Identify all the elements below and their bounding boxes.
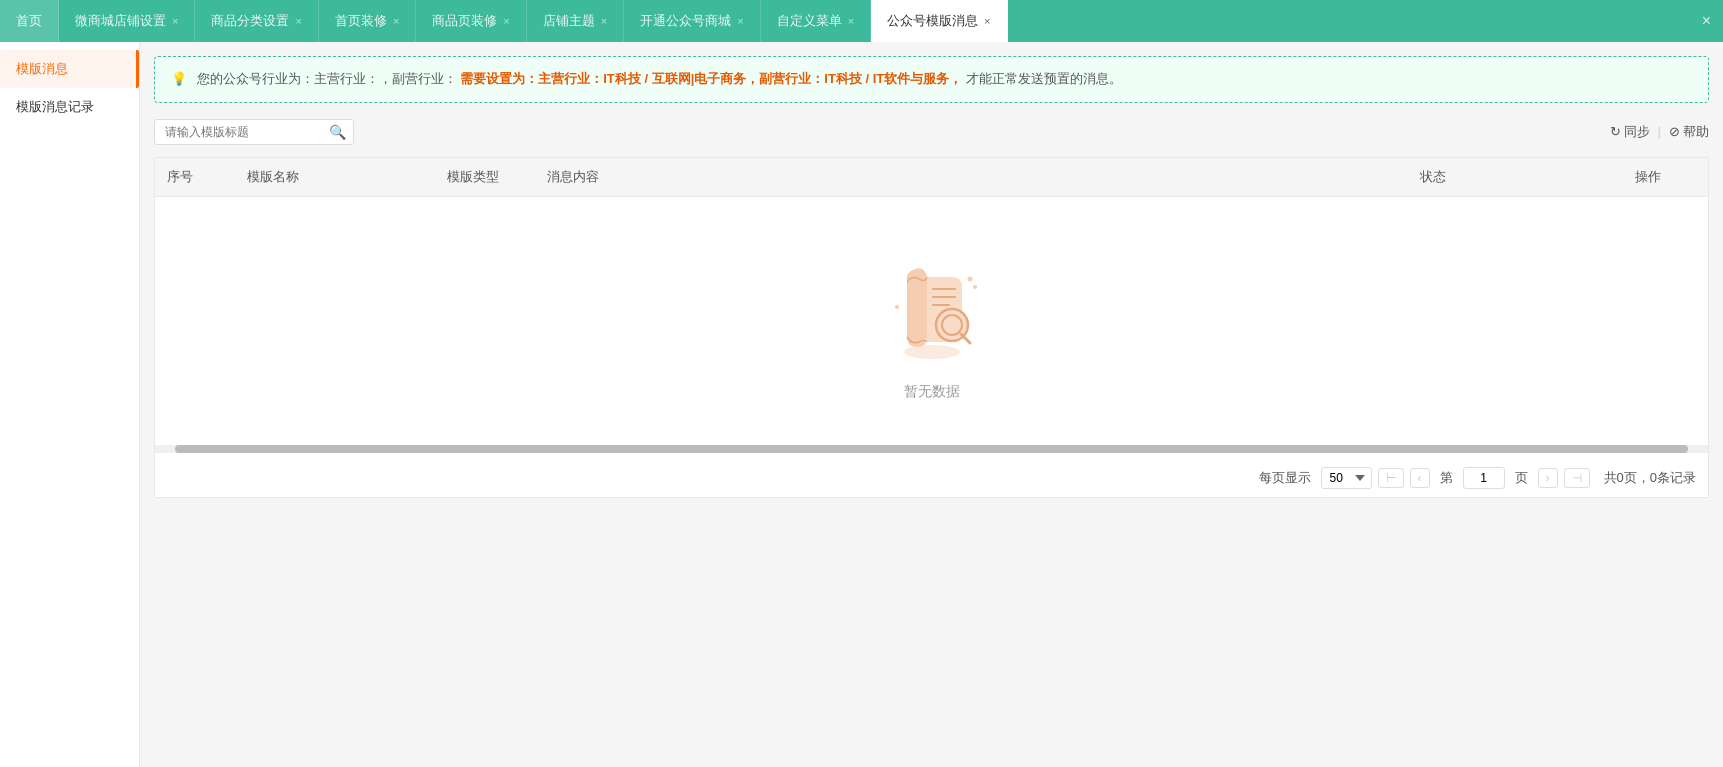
close-tab-2-icon[interactable]: ×	[295, 15, 301, 27]
topbar: 首页微商城店铺设置×商品分类设置×首页装修×商品页装修×店铺主题×开通公众号商城…	[0, 0, 1723, 42]
close-tab-7-icon[interactable]: ×	[848, 15, 854, 27]
notice-highlight: 需要设置为：主营行业：IT科技 / 互联网|电子商务，副营行业：IT科技 / I…	[460, 71, 962, 86]
svg-point-9	[895, 305, 899, 309]
sync-icon: ↻	[1610, 124, 1621, 139]
page-total: 共0页，0条记录	[1604, 469, 1696, 487]
search-input[interactable]	[154, 119, 354, 145]
topbar-tab-1[interactable]: 微商城店铺设置×	[59, 0, 195, 42]
main-layout: 模版消息模版消息记录 💡 您的公众号行业为：主营行业：，副营行业： 需要设置为：…	[0, 42, 1723, 767]
topbar-tab-0[interactable]: 首页	[0, 0, 59, 42]
th-content: 消息内容	[535, 158, 1408, 196]
help-button[interactable]: ⊘ 帮助	[1669, 123, 1709, 141]
divider: |	[1658, 124, 1661, 139]
bulb-icon: 💡	[171, 69, 187, 90]
search-icon-button[interactable]: 🔍	[329, 124, 346, 140]
empty-text: 暂无数据	[904, 383, 960, 401]
first-page-button[interactable]: ⊢	[1378, 468, 1404, 488]
pagination: 每页显示 50 10 20 100 ⊢ ‹ 第 页 › ⊣ 共0页，0条记录	[155, 457, 1708, 497]
scroll-thumb[interactable]	[175, 445, 1688, 453]
data-table: 序号 模版名称 模版类型 消息内容 状态 操作	[154, 157, 1709, 498]
topbar-tab-3[interactable]: 首页装修×	[319, 0, 416, 42]
table-header: 序号 模版名称 模版类型 消息内容 状态 操作	[155, 158, 1708, 197]
th-type: 模版类型	[435, 158, 535, 196]
horizontal-scrollbar[interactable]	[155, 445, 1708, 453]
page-size-select[interactable]: 50 10 20 100	[1321, 467, 1372, 489]
empty-icon	[877, 257, 987, 367]
topbar-tab-4[interactable]: 商品页装修×	[416, 0, 526, 42]
topbar-tab-7[interactable]: 自定义菜单×	[761, 0, 871, 42]
empty-state: 暂无数据	[155, 197, 1708, 441]
sidebar: 模版消息模版消息记录	[0, 42, 140, 767]
sidebar-item-1[interactable]: 模版消息记录	[0, 88, 139, 126]
sync-button[interactable]: ↻ 同步	[1610, 123, 1650, 141]
search-left: 🔍	[154, 119, 354, 145]
page-label-end: 页	[1515, 469, 1528, 487]
svg-point-7	[967, 276, 972, 281]
th-action: 操作	[1588, 158, 1708, 196]
main-content: 💡 您的公众号行业为：主营行业：，副营行业： 需要设置为：主营行业：IT科技 /…	[140, 42, 1723, 767]
th-seq: 序号	[155, 158, 235, 196]
search-bar: 🔍 ↻ 同步 | ⊘ 帮助	[154, 119, 1709, 145]
th-name: 模版名称	[235, 158, 435, 196]
last-page-button[interactable]: ⊣	[1564, 468, 1590, 488]
sidebar-item-0[interactable]: 模版消息	[0, 50, 139, 88]
notice-prefix: 您的公众号行业为：主营行业：，副营行业：	[197, 71, 457, 86]
page-input[interactable]	[1463, 467, 1505, 489]
close-tab-5-icon[interactable]: ×	[601, 15, 607, 27]
close-tab-6-icon[interactable]: ×	[737, 15, 743, 27]
svg-point-0	[904, 345, 960, 359]
close-all-button[interactable]: ×	[1702, 12, 1711, 30]
help-icon: ⊘	[1669, 124, 1680, 139]
notice-box: 💡 您的公众号行业为：主营行业：，副营行业： 需要设置为：主营行业：IT科技 /…	[154, 56, 1709, 103]
close-tab-3-icon[interactable]: ×	[393, 15, 399, 27]
page-size-label: 每页显示	[1259, 469, 1311, 487]
topbar-tab-5[interactable]: 店铺主题×	[527, 0, 624, 42]
notice-suffix: 才能正常发送预置的消息。	[966, 71, 1122, 86]
th-status: 状态	[1408, 158, 1588, 196]
topbar-tab-8[interactable]: 公众号模版消息×	[871, 0, 1007, 42]
search-right: ↻ 同步 | ⊘ 帮助	[1610, 123, 1709, 141]
prev-page-button[interactable]: ‹	[1410, 468, 1430, 488]
search-input-wrap: 🔍	[154, 119, 354, 145]
close-tab-4-icon[interactable]: ×	[503, 15, 509, 27]
next-page-button[interactable]: ›	[1538, 468, 1558, 488]
topbar-tab-2[interactable]: 商品分类设置×	[195, 0, 318, 42]
topbar-tab-6[interactable]: 开通公众号商城×	[624, 0, 760, 42]
page-label: 第	[1440, 469, 1453, 487]
sync-label: 同步	[1624, 123, 1650, 141]
close-tab-1-icon[interactable]: ×	[172, 15, 178, 27]
help-label: 帮助	[1683, 123, 1709, 141]
close-tab-8-icon[interactable]: ×	[984, 15, 990, 27]
svg-point-8	[973, 285, 977, 289]
